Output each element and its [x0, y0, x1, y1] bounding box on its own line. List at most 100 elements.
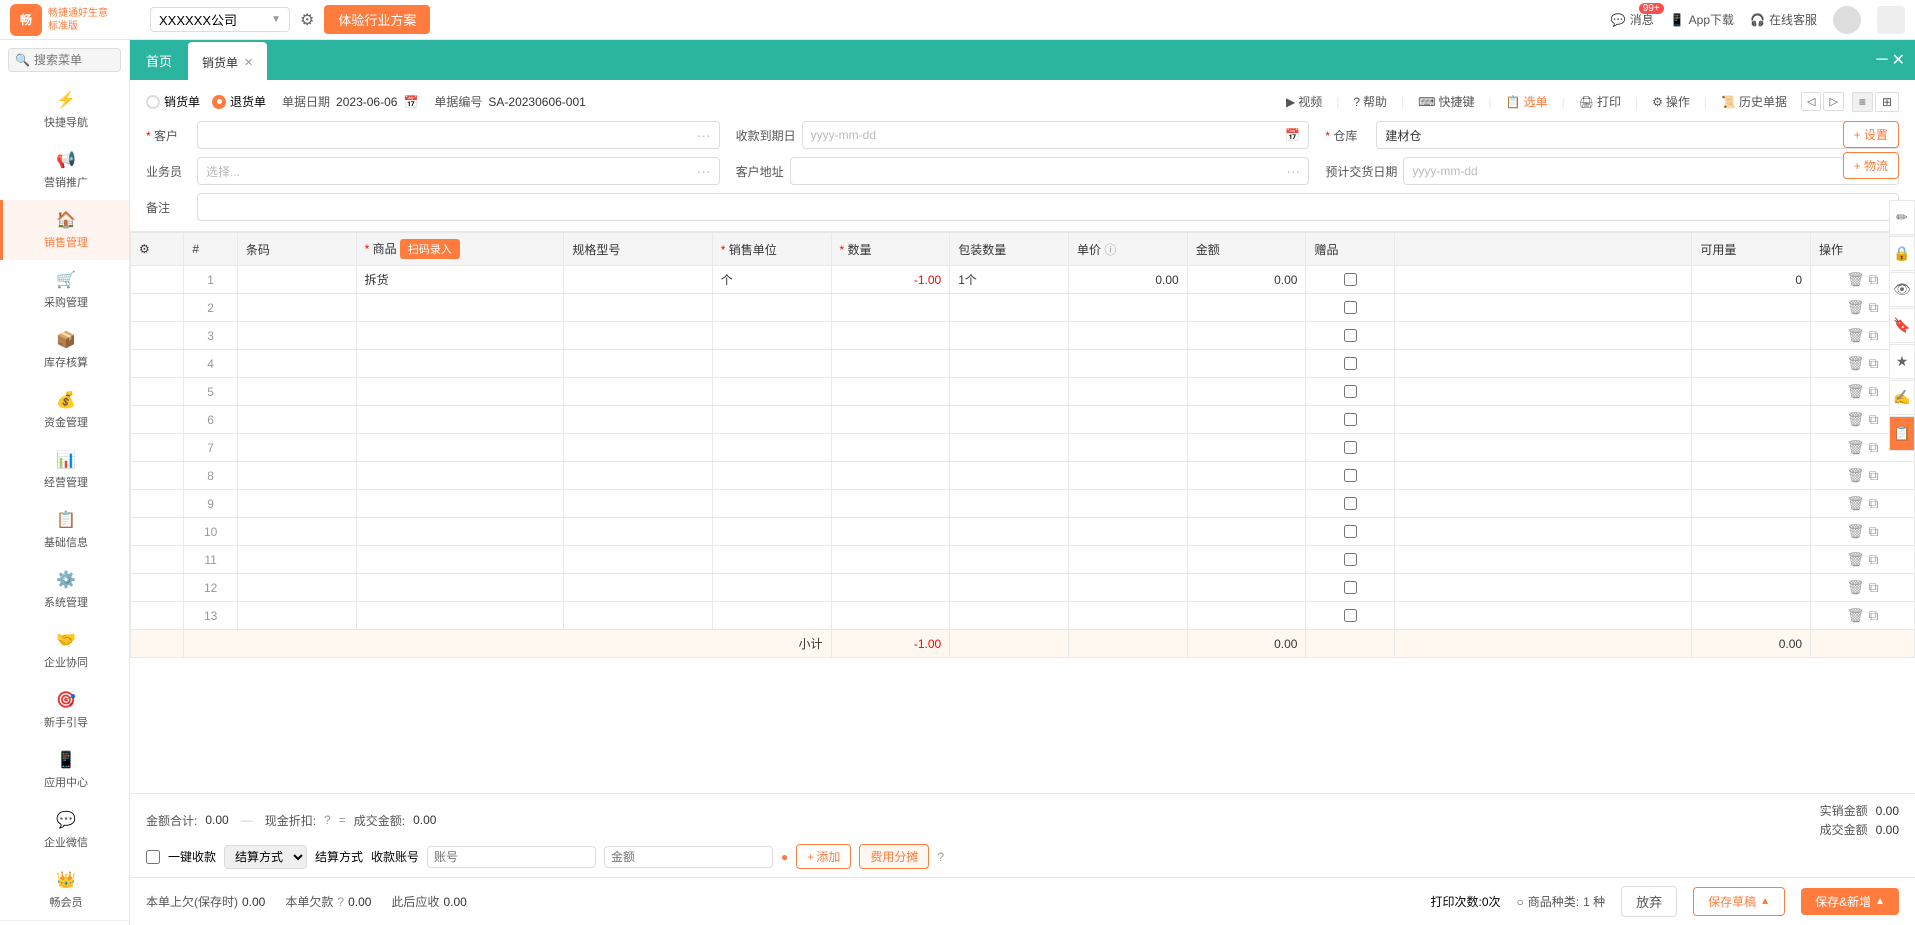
copy-row-button[interactable]: ⧉ [1868, 579, 1878, 596]
row-amount[interactable] [1187, 378, 1306, 406]
row-qty[interactable] [831, 434, 950, 462]
customer-addr-input[interactable]: ··· [790, 157, 1310, 185]
sidebar-item-wechat[interactable]: 💬 企业微信 [0, 800, 129, 860]
row-spec[interactable] [564, 574, 712, 602]
row-desc[interactable] [1395, 546, 1692, 574]
gift-checkbox[interactable] [1344, 553, 1357, 566]
row-pack[interactable] [950, 406, 1069, 434]
sidebar-item-guide[interactable]: 🎯 新手引导 [0, 680, 129, 740]
nav-next-button[interactable]: ▷ [1823, 92, 1843, 111]
delete-row-button[interactable]: 🗑 [1847, 299, 1865, 316]
gift-checkbox[interactable] [1344, 497, 1357, 510]
row-spec[interactable] [564, 294, 712, 322]
row-pack[interactable] [950, 350, 1069, 378]
row-price[interactable] [1068, 546, 1187, 574]
row-gift-1[interactable] [1306, 266, 1395, 294]
row-pack[interactable] [950, 378, 1069, 406]
float-orange-button[interactable]: 📋 [1889, 416, 1915, 451]
row-qty[interactable] [831, 322, 950, 350]
row-spec[interactable] [564, 350, 712, 378]
row-barcode[interactable] [237, 546, 356, 574]
settings-button[interactable]: + 设置 [1843, 121, 1899, 148]
tab-home[interactable]: 首页 [130, 40, 188, 80]
delete-row-1-button[interactable]: 🗑 [1847, 271, 1865, 288]
row-amount-1[interactable]: 0.00 [1187, 266, 1306, 294]
toolbar-video[interactable]: ▶ 视频 [1280, 90, 1328, 113]
row-qty[interactable] [831, 294, 950, 322]
row-barcode[interactable] [237, 462, 356, 490]
row-desc[interactable] [1395, 490, 1692, 518]
row-spec-1[interactable] [564, 266, 712, 294]
app-download-item[interactable]: 📱 App下载 [1670, 11, 1734, 28]
row-gift[interactable] [1306, 378, 1395, 406]
gift-checkbox[interactable] [1344, 469, 1357, 482]
row-desc[interactable] [1395, 602, 1692, 630]
gift-checkbox-1[interactable] [1344, 273, 1357, 286]
row-desc-1[interactable] [1395, 266, 1692, 294]
price-info-icon[interactable]: ⓘ [1104, 243, 1116, 257]
sidebar-item-marketing[interactable]: 📢 营销推广 [0, 140, 129, 200]
row-desc[interactable] [1395, 434, 1692, 462]
copy-row-button[interactable]: ⧉ [1868, 439, 1878, 456]
row-desc[interactable] [1395, 322, 1692, 350]
float-pencil-button[interactable]: ✍ [1889, 380, 1915, 415]
float-lock-button[interactable]: 🔒 [1889, 236, 1915, 271]
one-click-checkbox[interactable] [146, 850, 160, 864]
row-qty[interactable] [831, 602, 950, 630]
float-bookmark-button[interactable]: 🔖 [1889, 308, 1915, 343]
radio-product-kind[interactable]: ○ [1517, 895, 1524, 909]
delete-row-button[interactable]: 🗑 [1847, 523, 1865, 540]
row-amount[interactable] [1187, 434, 1306, 462]
message-item[interactable]: 💬 消息 99+ [1611, 11, 1654, 28]
row-qty[interactable] [831, 378, 950, 406]
sidebar-item-inventory[interactable]: 📦 库存核算 [0, 320, 129, 380]
toolbar-operation[interactable]: ⚙ 操作 [1646, 90, 1696, 113]
row-qty[interactable] [831, 462, 950, 490]
row-product[interactable] [356, 574, 564, 602]
search-input[interactable] [34, 53, 114, 67]
sidebar-item-quick-nav[interactable]: ⚡ 快捷导航 [0, 80, 129, 140]
add-payment-button[interactable]: + 添加 [796, 844, 851, 869]
row-pack[interactable] [950, 490, 1069, 518]
row-spec[interactable] [564, 546, 712, 574]
row-barcode[interactable] [237, 602, 356, 630]
online-service-item[interactable]: 🎧 在线客服 [1750, 11, 1817, 28]
account-input[interactable] [427, 846, 596, 868]
row-gift[interactable] [1306, 462, 1395, 490]
row-barcode[interactable] [237, 490, 356, 518]
row-spec[interactable] [564, 378, 712, 406]
row-qty[interactable] [831, 518, 950, 546]
expected-date-input[interactable]: yyyy-mm-dd 📅 [1403, 157, 1899, 185]
gift-checkbox[interactable] [1344, 441, 1357, 454]
row-price[interactable] [1068, 574, 1187, 602]
row-barcode[interactable] [237, 294, 356, 322]
row-price[interactable] [1068, 462, 1187, 490]
payment-method-select[interactable]: 结算方式 [224, 845, 307, 869]
toolbar-history[interactable]: 📜 历史单据 [1715, 90, 1793, 113]
radio-return[interactable]: 退货单 [212, 93, 266, 110]
expense-help-icon[interactable]: ? [937, 850, 944, 864]
row-price[interactable] [1068, 294, 1187, 322]
company-selector[interactable]: XXXXXX公司 ▼ [150, 7, 290, 32]
sidebar-item-system[interactable]: ⚙️ 系统管理 [0, 560, 129, 620]
row-price[interactable] [1068, 518, 1187, 546]
row-amount[interactable] [1187, 602, 1306, 630]
row-gift[interactable] [1306, 602, 1395, 630]
row-barcode[interactable] [237, 378, 356, 406]
delete-row-button[interactable]: 🗑 [1847, 495, 1865, 512]
float-eye-button[interactable]: 👁 [1889, 272, 1915, 307]
delete-row-button[interactable]: 🗑 [1847, 411, 1865, 428]
row-desc[interactable] [1395, 518, 1692, 546]
row-qty[interactable] [831, 350, 950, 378]
row-unit[interactable] [712, 350, 831, 378]
row-price[interactable] [1068, 378, 1187, 406]
toolbar-select[interactable]: 📋 选单 [1500, 90, 1554, 113]
toolbar-help[interactable]: ? 帮助 [1347, 90, 1393, 113]
nav-prev-button[interactable]: ◁ [1801, 92, 1821, 111]
delete-row-button[interactable]: 🗑 [1847, 355, 1865, 372]
sidebar-item-sales[interactable]: 🏠 销售管理 [0, 200, 129, 260]
row-pack[interactable] [950, 294, 1069, 322]
sidebar-item-finance[interactable]: 💰 资金管理 [0, 380, 129, 440]
row-barcode[interactable] [237, 322, 356, 350]
due-date-calendar-icon[interactable]: 📅 [1285, 128, 1300, 142]
